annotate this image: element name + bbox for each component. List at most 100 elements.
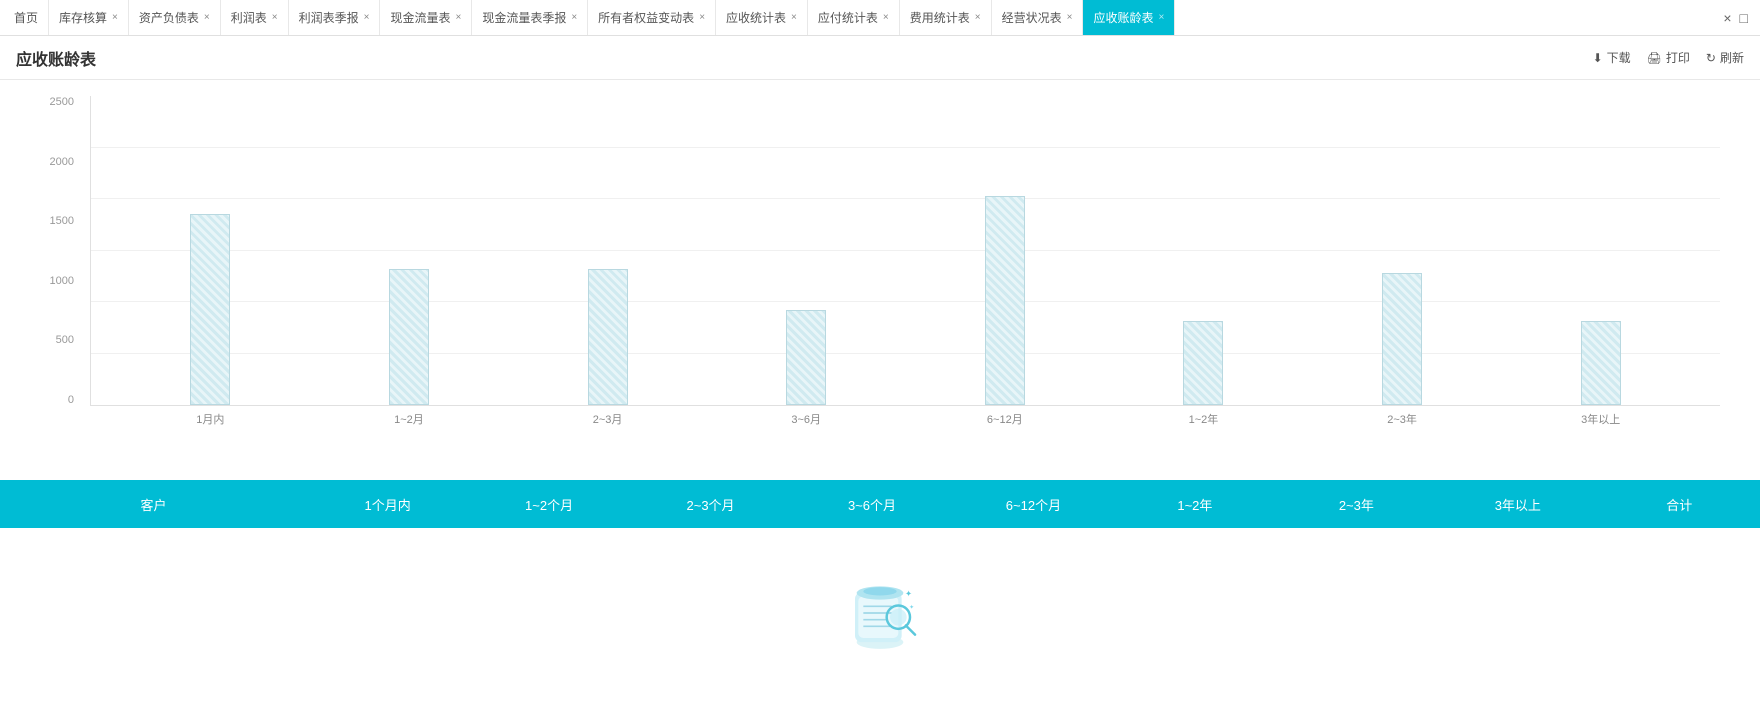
- tab-item-home[interactable]: 首页: [4, 0, 49, 36]
- th-cell-month1_2: 1~2个月: [468, 495, 629, 514]
- x-label: 3年以上: [1581, 411, 1621, 427]
- bar: [1581, 321, 1621, 405]
- tab-label-home: 首页: [14, 9, 38, 26]
- x-label: 1~2年: [1183, 411, 1223, 427]
- tab-close-inventory[interactable]: ×: [112, 12, 118, 23]
- th-cell-month3_6: 3~6个月: [791, 495, 952, 514]
- tab-label-cashflow-q: 现金流量表季报: [482, 9, 566, 26]
- bar-group: [1183, 321, 1223, 405]
- x-label: 1月内: [190, 411, 230, 427]
- bar: [786, 310, 826, 405]
- tab-close-profit-q[interactable]: ×: [364, 12, 370, 23]
- svg-text:✦: ✦: [905, 588, 912, 598]
- tab-label-ar-stat: 应收统计表: [726, 9, 786, 26]
- tab-bar: 首页库存核算×资产负债表×利润表×利润表季报×现金流量表×现金流量表季报×所有者…: [0, 0, 1760, 36]
- x-label: 6~12月: [985, 411, 1025, 427]
- x-axis: 1月内1~2月2~3月3~6月6~12月1~2年2~3年3年以上: [91, 411, 1720, 427]
- tab-item-ar-stat[interactable]: 应收统计表 ×: [716, 0, 808, 36]
- tab-label-expense: 费用统计表: [910, 9, 970, 26]
- print-icon: 🖨: [1647, 51, 1662, 65]
- x-label: 2~3年: [1382, 411, 1422, 427]
- tab-item-expense[interactable]: 费用统计表 ×: [900, 0, 992, 36]
- y-label: 500: [56, 334, 74, 346]
- svg-text:✦: ✦: [909, 604, 914, 611]
- bar: [588, 269, 628, 405]
- download-label: 下载: [1607, 49, 1631, 66]
- bar: [985, 196, 1025, 405]
- tab-close-ap-stat[interactable]: ×: [883, 12, 889, 23]
- th-cell-month6_12: 6~12个月: [953, 495, 1114, 514]
- bar-group: [1382, 273, 1422, 405]
- th-cell-month2_3: 2~3个月: [630, 495, 791, 514]
- th-cell-month1: 1个月内: [307, 495, 468, 514]
- bar: [190, 214, 230, 405]
- chart-area: 05001000150020002500 1月内1~2月2~3月3~6月6~12…: [0, 80, 1760, 480]
- bar: [1382, 273, 1422, 405]
- th-cell-year1_2: 1~2年: [1114, 495, 1275, 514]
- x-label: 1~2月: [389, 411, 429, 427]
- minimize-button[interactable]: ×: [1723, 10, 1731, 26]
- y-label: 2000: [50, 156, 74, 168]
- bar-group: [985, 196, 1025, 405]
- tab-close-cashflow[interactable]: ×: [455, 12, 461, 23]
- tab-item-balance[interactable]: 资产负债表 ×: [129, 0, 221, 36]
- bar: [1183, 321, 1223, 405]
- tab-label-profit: 利润表: [231, 9, 267, 26]
- window-controls: × □: [1723, 10, 1756, 26]
- tab-label-profit-q: 利润表季报: [299, 9, 359, 26]
- bar-group: [588, 269, 628, 405]
- tab-close-ar-stat[interactable]: ×: [791, 12, 797, 23]
- tab-item-ops[interactable]: 经营状况表 ×: [992, 0, 1084, 36]
- bar-group: [190, 214, 230, 405]
- th-cell-year3plus: 3年以上: [1437, 495, 1598, 514]
- y-label: 1500: [50, 215, 74, 227]
- tab-item-cashflow-q[interactable]: 现金流量表季报 ×: [472, 0, 588, 36]
- tab-item-profit-q[interactable]: 利润表季报 ×: [289, 0, 381, 36]
- refresh-label: 刷新: [1720, 49, 1744, 66]
- tab-item-inventory[interactable]: 库存核算 ×: [49, 0, 129, 36]
- tab-close-ar-aging[interactable]: ×: [1158, 12, 1164, 23]
- tab-close-balance[interactable]: ×: [204, 12, 210, 23]
- bar-group: [786, 310, 826, 405]
- tab-item-ar-aging[interactable]: 应收账龄表 ×: [1083, 0, 1175, 36]
- refresh-button[interactable]: ↻ 刷新: [1706, 49, 1744, 66]
- bar: [389, 269, 429, 405]
- header-actions: ⬇ 下载 🖨 打印 ↻ 刷新: [1593, 49, 1744, 66]
- tabs-container: 首页库存核算×资产负债表×利润表×利润表季报×现金流量表×现金流量表季报×所有者…: [4, 0, 1175, 36]
- tab-item-equity[interactable]: 所有者权益变动表×: [588, 0, 716, 36]
- th-cell-total: 合计: [1599, 495, 1760, 514]
- empty-state: ✦ ✦: [0, 528, 1760, 698]
- tab-close-expense[interactable]: ×: [975, 12, 981, 23]
- tab-item-ap-stat[interactable]: 应付统计表 ×: [808, 0, 900, 36]
- tab-item-profit[interactable]: 利润表 ×: [221, 0, 289, 36]
- tab-close-profit[interactable]: ×: [272, 12, 278, 23]
- tab-label-ap-stat: 应付统计表: [818, 9, 878, 26]
- th-cell-customer: 客户: [0, 495, 307, 514]
- x-label: 2~3月: [588, 411, 628, 427]
- tab-close-cashflow-q[interactable]: ×: [571, 12, 577, 23]
- tab-item-cashflow[interactable]: 现金流量表 ×: [380, 0, 472, 36]
- page-title: 应收账龄表: [16, 46, 96, 70]
- y-label: 1000: [50, 275, 74, 287]
- tab-label-inventory: 库存核算: [59, 9, 107, 26]
- page-header: 应收账龄表 ⬇ 下载 🖨 打印 ↻ 刷新: [0, 36, 1760, 80]
- download-button[interactable]: ⬇ 下载: [1593, 49, 1631, 66]
- tab-close-equity[interactable]: ×: [699, 12, 705, 23]
- tab-label-balance: 资产负债表: [139, 9, 199, 26]
- tab-close-ops[interactable]: ×: [1067, 12, 1073, 23]
- download-icon: ⬇: [1593, 51, 1603, 65]
- chart-container: 05001000150020002500 1月内1~2月2~3月3~6月6~12…: [40, 96, 1720, 436]
- tab-label-cashflow: 现金流量表: [390, 9, 450, 26]
- th-cell-year2_3: 2~3年: [1276, 495, 1437, 514]
- bar-group: [1581, 321, 1621, 405]
- chart-plot: 1月内1~2月2~3月3~6月6~12月1~2年2~3年3年以上: [90, 96, 1720, 406]
- y-label: 2500: [50, 96, 74, 108]
- main-content: 05001000150020002500 1月内1~2月2~3月3~6月6~12…: [0, 80, 1760, 720]
- empty-illustration: ✦ ✦: [830, 568, 930, 658]
- table-header: 客户1个月内1~2个月2~3个月3~6个月6~12个月1~2年2~3年3年以上合…: [0, 480, 1760, 528]
- tab-label-ops: 经营状况表: [1002, 9, 1062, 26]
- print-button[interactable]: 🖨 打印: [1647, 49, 1690, 66]
- tab-label-ar-aging: 应收账龄表: [1093, 9, 1153, 26]
- maximize-button[interactable]: □: [1740, 10, 1748, 26]
- bar-group: [389, 269, 429, 405]
